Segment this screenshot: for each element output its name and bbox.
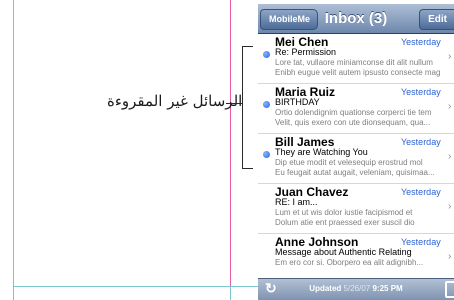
callout-leader-line bbox=[226, 103, 242, 104]
chevron-right-icon: › bbox=[448, 151, 452, 162]
chevron-right-icon: › bbox=[448, 51, 452, 62]
callout-bracket bbox=[242, 46, 253, 169]
message-preview: Em ero cor si. Oborpero ea alit adignibh… bbox=[275, 258, 424, 267]
message-date: Yesterday bbox=[401, 187, 441, 197]
message-row[interactable]: Mei Chen Yesterday Re: Permission Lore t… bbox=[258, 34, 454, 84]
unread-dot-icon bbox=[263, 51, 270, 58]
message-preview: Ortio dolendignim quationse corperci tie… bbox=[275, 108, 432, 127]
message-preview: Lum et ut wis dolor iustie facipismod et… bbox=[275, 208, 415, 227]
message-date: Yesterday bbox=[401, 137, 441, 147]
chevron-right-icon: › bbox=[448, 201, 452, 212]
message-row[interactable]: Juan Chavez Yesterday RE: I am... Lum et… bbox=[258, 184, 454, 234]
guide-line-left bbox=[13, 0, 14, 300]
message-subject: Re: Permission bbox=[275, 47, 337, 57]
message-row[interactable]: Maria Ruiz Yesterday BIRTHDAY Ortio dole… bbox=[258, 84, 454, 134]
message-preview: Dip etue modit et velesequip erostrud mo… bbox=[275, 158, 435, 177]
message-subject: They are Watching You bbox=[275, 147, 368, 157]
message-subject: BIRTHDAY bbox=[275, 97, 320, 107]
chevron-right-icon: › bbox=[448, 101, 452, 112]
message-row[interactable]: Anne Johnson Yesterday Message about Aut… bbox=[258, 234, 454, 283]
message-date: Yesterday bbox=[401, 37, 441, 47]
message-date: Yesterday bbox=[401, 237, 441, 247]
message-list: Mei Chen Yesterday Re: Permission Lore t… bbox=[258, 34, 454, 283]
chevron-right-icon: › bbox=[448, 251, 452, 262]
message-subject: Message about Authentic Relating bbox=[275, 247, 412, 257]
unread-dot-icon bbox=[263, 101, 270, 108]
guide-line-inner bbox=[230, 286, 231, 300]
message-date: Yesterday bbox=[401, 87, 441, 97]
mail-app-screen: Inbox (3) MobileMe Edit Mei Chen Yesterd… bbox=[258, 0, 454, 300]
message-row[interactable]: Bill James Yesterday They are Watching Y… bbox=[258, 134, 454, 184]
mobileme-back-button[interactable]: MobileMe bbox=[260, 9, 319, 30]
unread-dot-icon bbox=[263, 151, 270, 158]
message-subject: RE: I am... bbox=[275, 197, 318, 207]
unread-messages-callout: الرسائل غير المقروءة bbox=[107, 92, 243, 110]
message-preview: Lore tat, vullaore miniamconse dit alit … bbox=[275, 58, 441, 77]
edit-button[interactable]: Edit bbox=[419, 9, 454, 30]
margin-line bbox=[230, 0, 231, 300]
bottom-toolbar: ↻ Updated 5/26/07 9:25 PM bbox=[258, 278, 454, 300]
compose-icon[interactable] bbox=[445, 281, 454, 298]
updated-status: Updated 5/26/07 9:25 PM bbox=[309, 284, 403, 293]
navigation-bar: Inbox (3) MobileMe Edit bbox=[258, 4, 454, 34]
